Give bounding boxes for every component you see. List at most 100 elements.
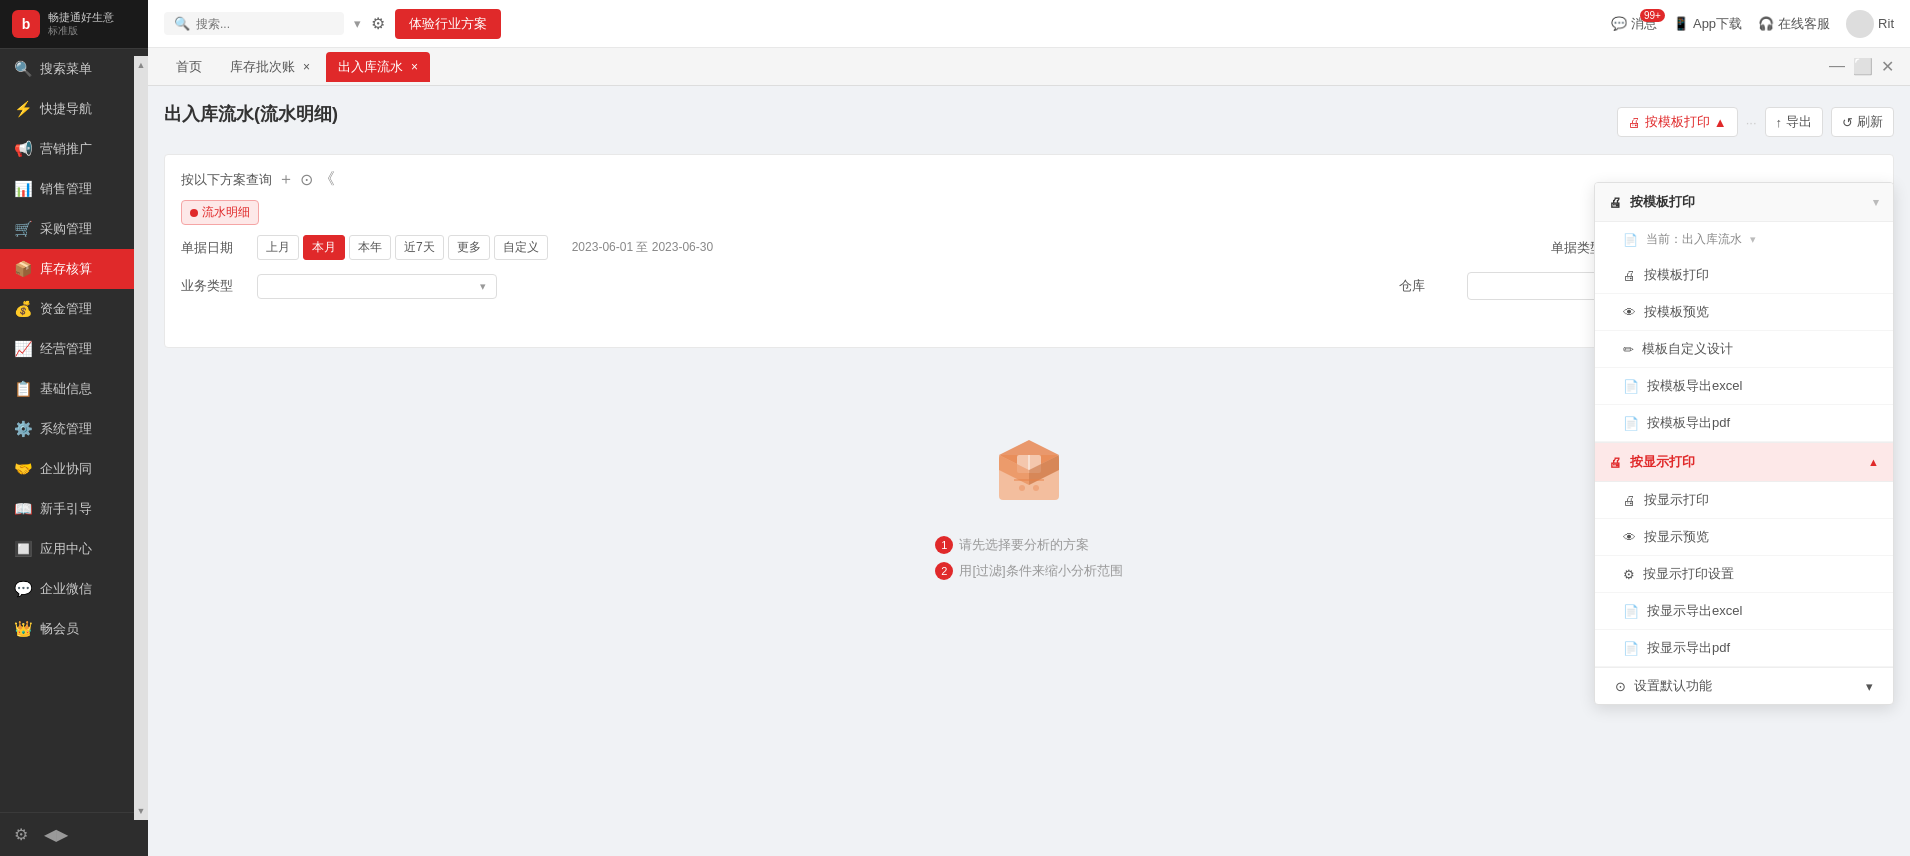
date-btn-this-month[interactable]: 本月 xyxy=(303,235,345,260)
sidebar-item-operations[interactable]: 📈 经营管理 xyxy=(0,329,148,369)
export-btn[interactable]: ↑ 导出 xyxy=(1765,107,1824,137)
scroll-up-arrow[interactable]: ▲ xyxy=(137,60,146,70)
step-num-1: 1 xyxy=(935,536,953,554)
dropdown-display-settings[interactable]: ⚙ 按显示打印设置 xyxy=(1595,556,1893,593)
scroll-down-arrow[interactable]: ▼ xyxy=(137,806,146,816)
dropdown-template-header[interactable]: 🖨 按模板打印 ▾ xyxy=(1595,183,1893,222)
dropdown-template-pdf[interactable]: 📄 按模板导出pdf xyxy=(1595,405,1893,442)
tab-batch-close[interactable]: × xyxy=(303,60,310,74)
sidebar-label-basic: 基础信息 xyxy=(40,380,134,398)
sidebar-label-system: 系统管理 xyxy=(40,420,134,438)
dropdown-display-header[interactable]: 🖨 按显示打印 ▲ xyxy=(1595,443,1893,482)
dropdown-template-preview-icon: 👁 xyxy=(1623,305,1636,320)
message-btn[interactable]: 💬 消息 99+ xyxy=(1611,15,1657,33)
dropdown-display-pdf[interactable]: 📄 按显示导出pdf xyxy=(1595,630,1893,667)
dropdown-template-print-icon: 🖨 xyxy=(1623,268,1636,283)
filter-add-icon[interactable]: ＋ xyxy=(278,169,294,190)
topbar-search[interactable]: 🔍 xyxy=(164,12,344,35)
sidebar-item-marketing[interactable]: 📢 营销推广 xyxy=(0,129,148,169)
topbar-settings-icon[interactable]: ⚙ xyxy=(371,14,385,33)
dropdown-template-design[interactable]: ✏ 模板自定义设计 xyxy=(1595,331,1893,368)
sidebar-item-inventory[interactable]: 📦 库存核算 xyxy=(0,249,148,289)
sidebar-icon-marketing: 📢 xyxy=(14,140,32,158)
topbar-search-dropdown[interactable]: ▾ xyxy=(354,16,361,31)
sidebar-icon-finance: 💰 xyxy=(14,300,32,318)
tab-close-all-icon[interactable]: ✕ xyxy=(1881,57,1894,76)
tab-batch-account[interactable]: 库存批次账 × xyxy=(218,52,322,82)
date-btn-7days[interactable]: 近7天 xyxy=(395,235,444,260)
sidebar-item-system[interactable]: ⚙️ 系统管理 xyxy=(0,409,148,449)
sidebar-item-cooperation[interactable]: 🤝 企业协同 xyxy=(0,449,148,489)
sidebar-label-guide: 新手引导 xyxy=(40,500,134,518)
warehouse-label: 仓库 xyxy=(1399,277,1459,295)
industry-btn[interactable]: 体验行业方案 xyxy=(395,9,501,39)
filter-settings-icon[interactable]: ⊙ xyxy=(300,170,313,189)
dropdown-template-print[interactable]: 🖨 按模板打印 xyxy=(1595,257,1893,294)
sidebar-icon-search: 🔍 xyxy=(14,60,32,78)
dropdown-template-excel-icon: 📄 xyxy=(1623,379,1639,394)
biz-select-arrow: ▾ xyxy=(480,280,486,293)
biz-type-select[interactable]: ▾ xyxy=(257,274,497,299)
active-filter-tag[interactable]: 流水明细 xyxy=(181,200,259,225)
tab-flow-close[interactable]: × xyxy=(411,60,418,74)
date-filter-btns: 上月 本月 本年 近7天 更多 自定义 xyxy=(257,235,548,260)
tab-home[interactable]: 首页 xyxy=(164,52,214,82)
app-download-btn[interactable]: 📱 App下载 xyxy=(1673,15,1742,33)
dropdown-display-preview[interactable]: 👁 按显示预览 xyxy=(1595,519,1893,556)
sidebar-item-sales[interactable]: 📊 销售管理 xyxy=(0,169,148,209)
sidebar-item-guide[interactable]: 📖 新手引导 xyxy=(0,489,148,529)
sidebar-item-apps[interactable]: 🔲 应用中心 xyxy=(0,529,148,569)
dropdown-template-design-label: 模板自定义设计 xyxy=(1642,340,1733,358)
dropdown-footer-arrow: ▾ xyxy=(1866,679,1873,694)
sidebar-item-finance[interactable]: 💰 资金管理 xyxy=(0,289,148,329)
sidebar-item-basic[interactable]: 📋 基础信息 xyxy=(0,369,148,409)
tab-minimize-icon[interactable]: — xyxy=(1829,57,1845,76)
sidebar-icon-cooperation: 🤝 xyxy=(14,460,32,478)
date-btn-more[interactable]: 更多 xyxy=(448,235,490,260)
dropdown-display-section: 🖨 按显示打印 ▲ 🖨 按显示打印 👁 按显示预览 ⚙ 按显示打印设置 xyxy=(1595,443,1893,668)
settings-icon[interactable]: ⚙ xyxy=(14,825,28,844)
dropdown-template-pdf-label: 按模板导出pdf xyxy=(1647,414,1730,432)
sidebar-label-marketing: 营销推广 xyxy=(40,140,134,158)
tab-maximize-icon[interactable]: ⬜ xyxy=(1853,57,1873,76)
divider1: ··· xyxy=(1746,115,1757,130)
tab-flow[interactable]: 出入库流水 × xyxy=(326,52,430,82)
sidebar-icon-inventory: 📦 xyxy=(14,260,32,278)
filter-tag-dot xyxy=(190,209,198,217)
filter-collapse-icon[interactable]: 《 xyxy=(319,169,335,190)
dropdown-display-excel[interactable]: 📄 按显示导出excel xyxy=(1595,593,1893,630)
sidebar-scrollbar[interactable]: ▲ ▼ xyxy=(134,56,148,820)
sidebar-item-search[interactable]: 🔍 搜索菜单 xyxy=(0,49,148,89)
collapse-icon[interactable]: ◀▶ xyxy=(44,825,68,844)
sidebar-item-wechat[interactable]: 💬 企业微信 xyxy=(0,569,148,609)
sidebar-icon-member: 👑 xyxy=(14,620,32,638)
refresh-btn[interactable]: ↺ 刷新 xyxy=(1831,107,1894,137)
user-name: Rit xyxy=(1878,16,1894,31)
sidebar-label-member: 畅会员 xyxy=(40,620,134,638)
template-print-btn[interactable]: 🖨 按模板打印 ▲ xyxy=(1617,107,1738,137)
dropdown-template-preview[interactable]: 👁 按模板预览 xyxy=(1595,294,1893,331)
sidebar-nav: 🔍 搜索菜单 ⚡ 快捷导航 📢 营销推广 📊 销售管理 🛒 采购管理 📦 库存核… xyxy=(0,49,148,812)
topbar: 🔍 ▾ ⚙ 体验行业方案 💬 消息 99+ 📱 App下载 🎧 在线客服 Rit xyxy=(148,0,1910,48)
dropdown-panel: 🖨 按模板打印 ▾ 📄 当前：出入库流水 ▾ 🖨 按模板打印 👁 按模板预览 xyxy=(1594,182,1894,705)
refresh-label: 刷新 xyxy=(1857,113,1883,131)
dropdown-current-icon: 📄 xyxy=(1623,233,1638,247)
sidebar-item-member[interactable]: 👑 畅会员 xyxy=(0,609,148,649)
export-label: 导出 xyxy=(1786,113,1812,131)
message-icon: 💬 xyxy=(1611,16,1627,31)
dropdown-display-print[interactable]: 🖨 按显示打印 xyxy=(1595,482,1893,519)
app-name: 畅捷通好生意 xyxy=(48,10,114,24)
user-avatar[interactable]: Rit xyxy=(1846,10,1894,38)
date-btn-this-year[interactable]: 本年 xyxy=(349,235,391,260)
sidebar-item-purchase[interactable]: 🛒 采购管理 xyxy=(0,209,148,249)
sidebar-item-quick-nav[interactable]: ⚡ 快捷导航 xyxy=(0,89,148,129)
date-btn-last-month[interactable]: 上月 xyxy=(257,235,299,260)
dropdown-footer[interactable]: ⊙ 设置默认功能 ▾ xyxy=(1595,668,1893,704)
date-btn-custom[interactable]: 自定义 xyxy=(494,235,548,260)
dropdown-display-settings-label: 按显示打印设置 xyxy=(1643,565,1734,583)
dropdown-template-excel[interactable]: 📄 按模板导出excel xyxy=(1595,368,1893,405)
app-download-icon: 📱 xyxy=(1673,16,1689,31)
online-service-btn[interactable]: 🎧 在线客服 xyxy=(1758,15,1830,33)
search-input[interactable] xyxy=(196,17,316,31)
sidebar-icon-apps: 🔲 xyxy=(14,540,32,558)
